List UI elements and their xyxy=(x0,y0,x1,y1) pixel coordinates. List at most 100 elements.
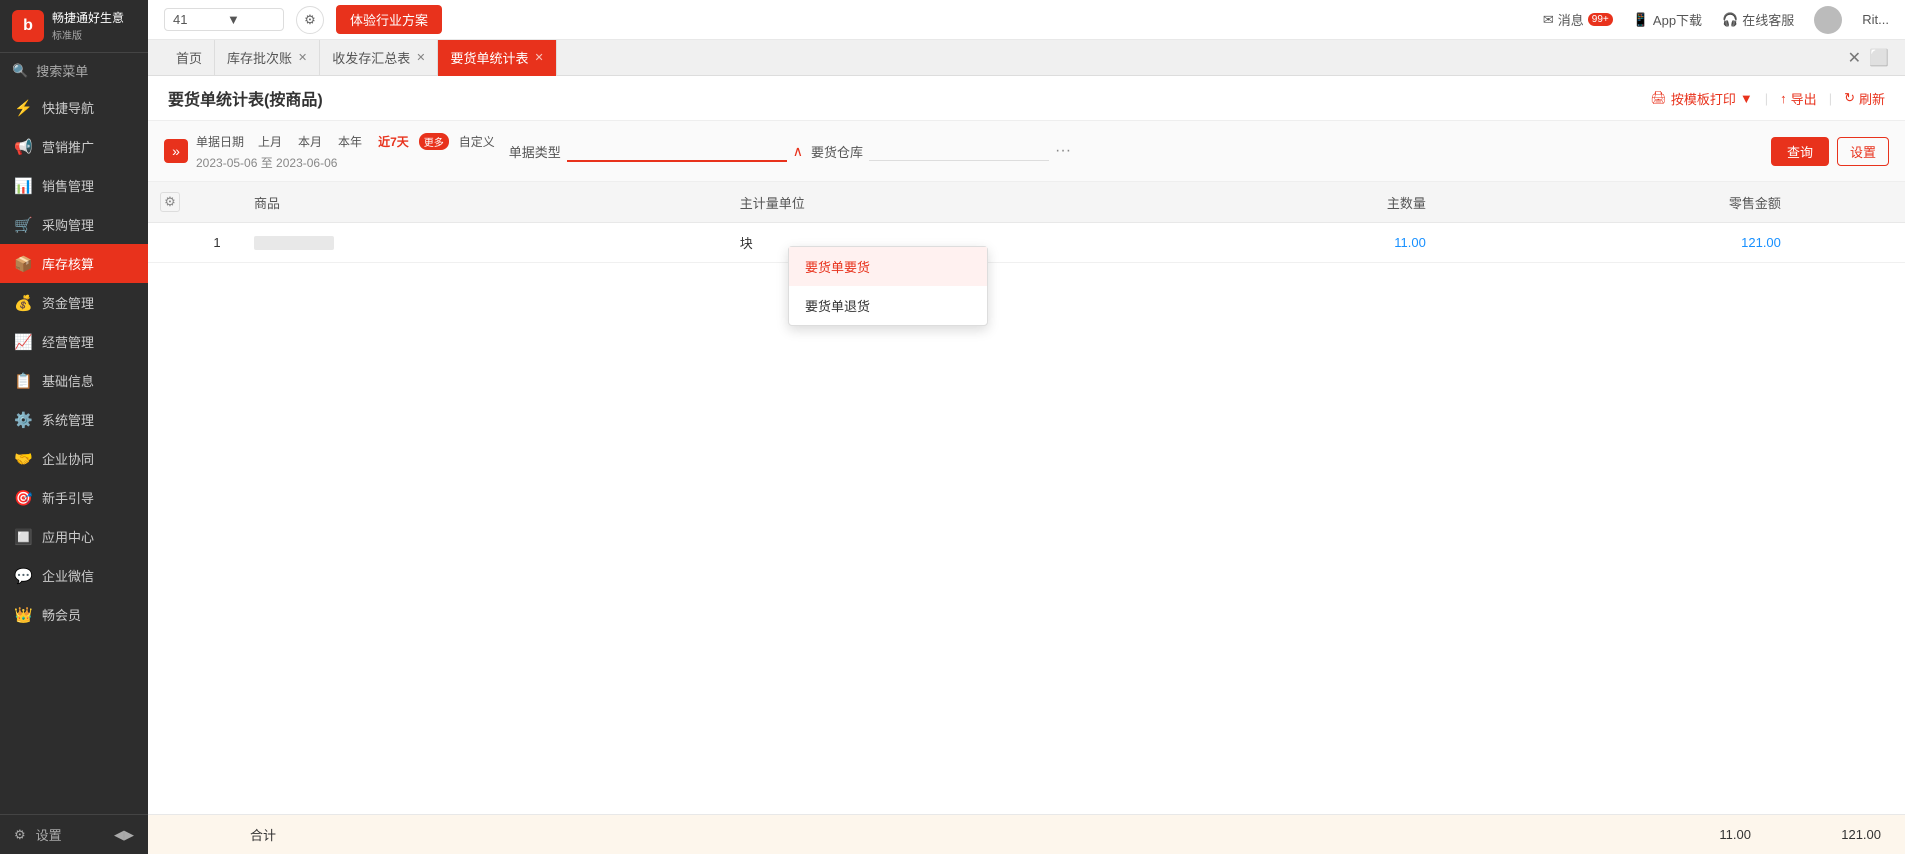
sidebar-item-sales[interactable]: 📊 销售管理 xyxy=(0,166,148,205)
sidebar-item-system[interactable]: ⚙️ 系统管理 xyxy=(0,400,148,439)
filter-type-input[interactable] xyxy=(567,141,787,162)
settings-label: 设置 xyxy=(36,825,62,844)
dropdown-item-order-return[interactable]: 要货单退货 xyxy=(789,286,987,325)
org-dropdown-icon: ▼ xyxy=(227,12,275,27)
sidebar-item-label: 企业微信 xyxy=(42,566,94,585)
filter-date-7days[interactable]: 近7天 xyxy=(372,131,415,152)
filter-more-badge[interactable]: 更多 xyxy=(419,133,449,150)
sidebar-item-finance[interactable]: 💰 资金管理 xyxy=(0,283,148,322)
org-name: 41 xyxy=(173,12,221,27)
expand-window-button[interactable]: ⬜ xyxy=(1869,48,1889,68)
user-name-label: Rit... xyxy=(1862,12,1889,27)
sidebar-item-member[interactable]: 👑 畅会员 xyxy=(0,595,148,634)
export-action[interactable]: ↑ 导出 xyxy=(1780,89,1817,108)
main-area: 41 ▼ ⚙ 体验行业方案 ✉ 消息 99+ 📱 App下载 🎧 在线客服 xyxy=(148,0,1905,854)
sidebar-item-label: 营销推广 xyxy=(42,137,94,156)
tab-inventory-batch[interactable]: 库存批次账 ✕ xyxy=(215,40,320,76)
export-label: 导出 xyxy=(1791,89,1817,108)
filter-actions: 查询 设置 xyxy=(1771,137,1889,166)
filter-warehouse-input[interactable] xyxy=(869,141,1049,161)
dropdown-item-order-goods[interactable]: 要货单要货 xyxy=(789,247,987,286)
purchase-icon: 🛒 xyxy=(14,216,32,234)
app-logo-icon: b xyxy=(12,10,44,42)
header-settings-button[interactable]: ⚙ xyxy=(296,6,324,34)
tab-close-icon[interactable]: ✕ xyxy=(416,51,425,64)
amount-link[interactable]: 121.00 xyxy=(1741,235,1781,250)
org-selector[interactable]: 41 ▼ xyxy=(164,8,284,31)
sidebar-item-purchase[interactable]: 🛒 采购管理 xyxy=(0,205,148,244)
sidebar-item-marketing[interactable]: 📢 营销推广 xyxy=(0,127,148,166)
filter-more-button[interactable]: ··· xyxy=(1055,142,1071,160)
settings-icon: ⚙ xyxy=(14,827,26,843)
refresh-action[interactable]: ↻ 刷新 xyxy=(1844,89,1885,108)
apps-icon: 🔲 xyxy=(14,528,32,546)
brand-sub: 标准版 xyxy=(52,27,124,42)
close-window-button[interactable]: ✕ xyxy=(1848,48,1861,68)
tab-label: 收发存汇总表 xyxy=(332,48,410,67)
filter-date-this-month[interactable]: 本月 xyxy=(292,131,328,152)
tab-home[interactable]: 首页 xyxy=(164,40,215,76)
col-amount: 零售金额 xyxy=(1438,182,1793,223)
footer-total-label: 合计 xyxy=(250,828,276,843)
tab-bar-right: ✕ ⬜ xyxy=(1848,48,1889,68)
filter-type-dropdown-icon[interactable]: ∧ xyxy=(793,143,803,160)
print-dropdown-icon: ▼ xyxy=(1740,91,1753,106)
data-table: ⚙ 商品 主计量单位 主数量 零售金额 1 xyxy=(148,182,1905,263)
filter-bar: » 单据日期 上月 本月 本年 近7天 更多 自定义 2023-05-06 至 … xyxy=(148,121,1905,182)
sidebar-settings[interactable]: ⚙ 设置 ◀▶ xyxy=(0,814,148,854)
app-download-button[interactable]: 📱 App下载 xyxy=(1633,10,1702,29)
sidebar-item-basic[interactable]: 📋 基础信息 xyxy=(0,361,148,400)
settings-button[interactable]: 设置 xyxy=(1837,137,1889,166)
finance-icon: 💰 xyxy=(14,294,32,312)
page-header: 要货单统计表(按商品) 🖨 按模板打印 ▼ | ↑ 导出 | ↻ 刷新 xyxy=(148,76,1905,121)
filter-date-buttons: 单据日期 上月 本月 本年 近7天 更多 自定义 xyxy=(196,131,501,152)
filter-date-this-year[interactable]: 本年 xyxy=(332,131,368,152)
print-icon: 🖨 xyxy=(1650,90,1667,106)
sidebar-item-label: 新手引导 xyxy=(42,488,94,507)
notifications-label: 消息 xyxy=(1558,10,1584,29)
sidebar-item-wechat[interactable]: 💬 企业微信 xyxy=(0,556,148,595)
tab-close-icon[interactable]: ✕ xyxy=(298,51,307,64)
app-icon: 📱 xyxy=(1633,12,1649,28)
tab-inventory-summary[interactable]: 收发存汇总表 ✕ xyxy=(320,40,438,76)
tab-home-label: 首页 xyxy=(176,48,202,67)
sidebar-item-apps[interactable]: 🔲 应用中心 xyxy=(0,517,148,556)
col-product: 商品 xyxy=(242,182,728,223)
user-avatar[interactable] xyxy=(1814,6,1842,34)
print-action[interactable]: 🖨 按模板打印 ▼ xyxy=(1650,89,1752,108)
cell-seq: 1 xyxy=(192,223,242,263)
sidebar-item-label: 企业协同 xyxy=(42,449,94,468)
sidebar-item-guide[interactable]: 🎯 新手引导 xyxy=(0,478,148,517)
sidebar-item-quick-nav[interactable]: ⚡ 快捷导航 xyxy=(0,88,148,127)
filter-warehouse-section: 要货仓库 ··· xyxy=(811,141,1071,161)
quantity-link[interactable]: 11.00 xyxy=(1394,235,1426,250)
filter-date-custom[interactable]: 自定义 xyxy=(453,131,501,152)
notifications-button[interactable]: ✉ 消息 99+ xyxy=(1543,10,1613,29)
filter-date-prev-month[interactable]: 上月 xyxy=(252,131,288,152)
tab-order-stats[interactable]: 要货单统计表 ✕ xyxy=(438,40,556,76)
sidebar-toggle-icon[interactable]: ◀▶ xyxy=(114,827,134,843)
table-settings-icon[interactable]: ⚙ xyxy=(160,192,180,212)
online-service-button[interactable]: 🎧 在线客服 xyxy=(1722,10,1794,29)
guide-icon: 🎯 xyxy=(14,489,32,507)
trial-button[interactable]: 体验行业方案 xyxy=(336,5,442,34)
sales-icon: 📊 xyxy=(14,177,32,195)
filter-expand-button[interactable]: » xyxy=(164,139,188,163)
service-icon: 🎧 xyxy=(1722,12,1738,28)
sidebar-item-inventory[interactable]: 📦 库存核算 xyxy=(0,244,148,283)
query-button[interactable]: 查询 xyxy=(1771,137,1829,166)
filter-type-section: 单据类型 ∧ xyxy=(509,141,803,162)
print-label: 按模板打印 xyxy=(1671,89,1736,108)
cell-extra xyxy=(1793,223,1905,263)
table-footer: 合计 11.00 121.00 xyxy=(148,814,1905,854)
search-menu[interactable]: 🔍 搜索菜单 xyxy=(0,53,148,88)
tab-close-icon[interactable]: ✕ xyxy=(535,51,544,64)
sidebar-item-enterprise[interactable]: 🤝 企业协同 xyxy=(0,439,148,478)
sidebar-item-operations[interactable]: 📈 经营管理 xyxy=(0,322,148,361)
sidebar-item-label: 系统管理 xyxy=(42,410,94,429)
top-header: 41 ▼ ⚙ 体验行业方案 ✉ 消息 99+ 📱 App下载 🎧 在线客服 xyxy=(148,0,1905,40)
operations-icon: 📈 xyxy=(14,333,32,351)
filter-date-label: 单据日期 xyxy=(196,133,244,150)
col-quantity: 主数量 xyxy=(1144,182,1438,223)
sidebar-item-label: 应用中心 xyxy=(42,527,94,546)
